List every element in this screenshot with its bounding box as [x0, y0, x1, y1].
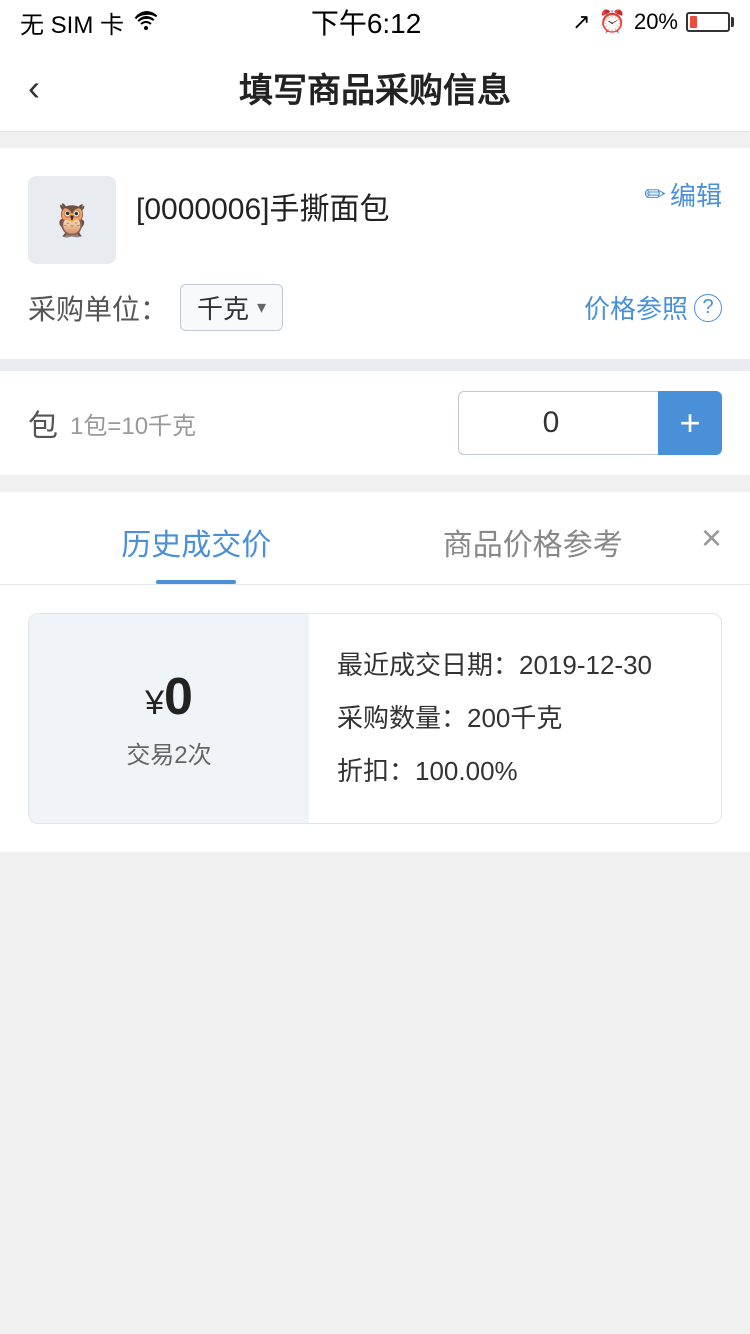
yuan-symbol: ¥ — [145, 684, 164, 722]
product-image: 🦉 — [28, 176, 116, 264]
dropdown-arrow-icon: ▾ — [257, 297, 266, 318]
qty-conversion: 1包=10千克 — [70, 406, 196, 441]
history-card: ¥0 交易2次 最近成交日期：2019-12-30 采购数量：200千克 折扣：… — [28, 613, 722, 824]
product-logo-icon: 🦉 — [52, 201, 92, 239]
discount-value: 100.00% — [415, 756, 518, 786]
quantity-control: + — [458, 391, 722, 455]
plus-icon: + — [679, 402, 700, 444]
unit-label: 采购单位： — [28, 288, 168, 328]
quantity-input[interactable] — [458, 391, 658, 455]
help-icon: ? — [694, 294, 722, 322]
alarm-icon: ⏰ — [599, 9, 626, 35]
latest-date-value: 2019-12-30 — [519, 650, 652, 680]
close-button[interactable]: × — [701, 497, 722, 579]
time-label: 下午6:12 — [311, 2, 422, 42]
tabs-header: 历史成交价 商品价格参考 × — [0, 492, 750, 585]
history-content: ¥0 交易2次 最近成交日期：2019-12-30 采购数量：200千克 折扣：… — [0, 585, 750, 852]
qty-label: 采购数量： — [337, 703, 467, 733]
product-unit-row: 采购单位： 千克 ▾ 价格参照 ? — [28, 284, 722, 331]
bag-label: 包 — [28, 401, 58, 445]
card-details: 最近成交日期：2019-12-30 采购数量：200千克 折扣：100.00% — [309, 614, 721, 823]
latest-date-label: 最近成交日期： — [337, 650, 519, 680]
status-right: ↗ ⏰ 20% — [572, 9, 730, 35]
page-title: 填写商品采购信息 — [239, 63, 511, 112]
quantity-section: 包 1包=10千克 + — [0, 371, 750, 476]
price-ref-label: 价格参照 — [584, 289, 688, 326]
battery-icon — [686, 12, 730, 32]
card-trades: 交易2次 — [126, 735, 211, 770]
price-value: 0 — [164, 668, 193, 726]
increment-button[interactable]: + — [658, 391, 722, 455]
carrier-label: 无 SIM 卡 — [20, 5, 124, 40]
product-name: [0000006]手撕面包 — [136, 184, 389, 228]
product-header: 🦉 [0000006]手撕面包 ✏ 编辑 — [28, 176, 722, 264]
product-left: 🦉 [0000006]手撕面包 — [28, 176, 389, 264]
edit-icon: ✏ — [644, 179, 666, 210]
status-bar: 无 SIM 卡 下午6:12 ↗ ⏰ 20% — [0, 0, 750, 44]
section-divider — [0, 359, 750, 371]
status-left: 无 SIM 卡 — [20, 5, 160, 40]
card-price-area: ¥0 交易2次 — [29, 614, 309, 823]
edit-button[interactable]: ✏ 编辑 — [644, 176, 722, 213]
discount-row: 折扣：100.00% — [337, 752, 693, 791]
tab-history-label: 历史成交价 — [121, 529, 271, 562]
unit-select[interactable]: 千克 ▾ — [180, 284, 283, 331]
edit-label: 编辑 — [670, 176, 722, 213]
unit-value: 千克 — [197, 289, 249, 326]
battery-percent: 20% — [634, 9, 678, 35]
wifi-icon — [132, 8, 160, 37]
location-icon: ↗ — [572, 9, 590, 35]
back-button[interactable]: ‹ — [28, 67, 40, 109]
latest-date-row: 最近成交日期：2019-12-30 — [337, 646, 693, 685]
card-price-display: ¥0 — [145, 667, 193, 727]
price-ref-button[interactable]: 价格参照 ? — [584, 289, 722, 326]
tab-history-price[interactable]: 历史成交价 — [28, 492, 364, 584]
qty-value: 200千克 — [467, 703, 562, 733]
qty-left: 包 1包=10千克 — [28, 401, 196, 445]
tab-product-price-ref[interactable]: 商品价格参考 — [364, 492, 700, 584]
discount-label: 折扣： — [337, 756, 415, 786]
tabs-section: 历史成交价 商品价格参考 × ¥0 交易2次 最近成交日期：2019-12-30… — [0, 492, 750, 852]
product-section: 🦉 [0000006]手撕面包 ✏ 编辑 采购单位： 千克 ▾ 价格参照 ? — [0, 148, 750, 359]
qty-row: 采购数量：200千克 — [337, 699, 693, 738]
tab-price-ref-label: 商品价格参考 — [443, 529, 623, 562]
nav-bar: ‹ 填写商品采购信息 — [0, 44, 750, 132]
